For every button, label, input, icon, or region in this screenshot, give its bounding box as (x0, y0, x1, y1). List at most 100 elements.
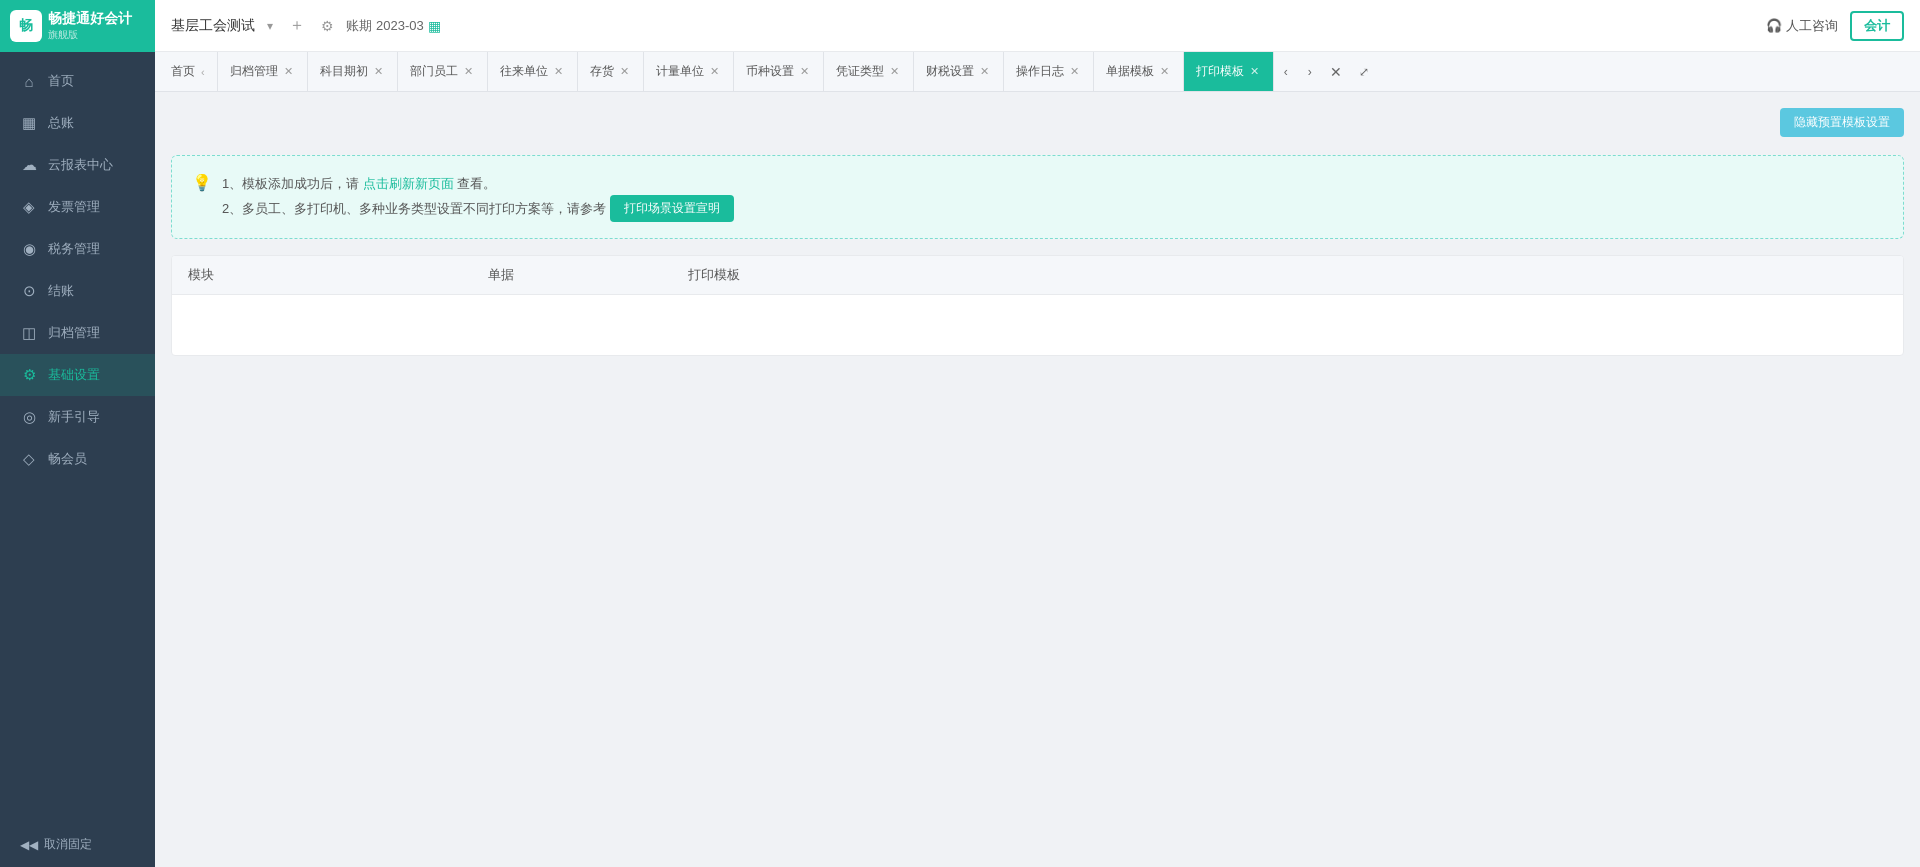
add-tab-button[interactable]: ＋ (285, 13, 309, 38)
tab-unit[interactable]: 计量单位 ✕ (644, 52, 734, 91)
period-label: 账期 (346, 17, 372, 35)
settings-button[interactable]: ⚙ (321, 18, 334, 34)
tab-inventory[interactable]: 存货 ✕ (578, 52, 644, 91)
tab-inventory-label: 存货 (590, 63, 614, 80)
hide-template-button[interactable]: 隐藏预置模板设置 (1780, 108, 1904, 137)
sidebar-nav: ⌂ 首页 ▦ 总账 ☁ 云报表中心 ◈ 发票管理 ◉ 税务管理 ⊙ 结账 ◫ 归… (0, 52, 155, 822)
top-right-area: 隐藏预置模板设置 (171, 108, 1904, 147)
sidebar-item-label: 畅会员 (48, 450, 87, 468)
sidebar-item-label: 税务管理 (48, 240, 100, 258)
invoice-icon: ◈ (20, 198, 38, 216)
tab-printtemplate-label: 打印模板 (1196, 63, 1244, 80)
tab-printtemplate[interactable]: 打印模板 ✕ (1184, 52, 1274, 91)
main-area: 基层工会测试 ▾ ＋ ⚙ 账期 2023-03 ▦ 🎧 人工咨询 会计 首页 ‹… (155, 0, 1920, 867)
sidebar-item-archive[interactable]: ◫ 归档管理 (0, 312, 155, 354)
logo-icon: 畅 (10, 10, 42, 42)
tab-subject[interactable]: 科目期初 ✕ (308, 52, 398, 91)
sidebar-item-label: 云报表中心 (48, 156, 113, 174)
accountant-button[interactable]: 会计 (1850, 11, 1904, 41)
member-icon: ◇ (20, 450, 38, 468)
tab-home-label: 首页 (171, 63, 195, 80)
unpin-icon: ◀◀ (20, 838, 38, 852)
sidebar-item-home[interactable]: ⌂ 首页 (0, 60, 155, 102)
tab-close-subject[interactable]: ✕ (372, 64, 385, 79)
tab-singledoc-label: 单据模板 (1106, 63, 1154, 80)
headset-icon: 🎧 (1766, 18, 1782, 33)
tab-subject-label: 科目期初 (320, 63, 368, 80)
print-scene-button[interactable]: 打印场景设置宣明 (610, 195, 734, 222)
tab-expand-button[interactable]: ⤢ (1350, 52, 1378, 91)
col-header-document: 单据 (472, 256, 672, 294)
tabbar: 首页 ‹ 归档管理 ✕ 科目期初 ✕ 部门员工 ✕ 往来单位 ✕ 存货 ✕ 计量… (155, 52, 1920, 92)
tab-currency[interactable]: 币种设置 ✕ (734, 52, 824, 91)
notice-line2-before: 2、多员工、多打印机、多种业务类型设置不同打印方案等，请参考 (222, 197, 606, 220)
calendar-icon[interactable]: ▦ (428, 18, 441, 34)
tab-oplog-label: 操作日志 (1016, 63, 1064, 80)
sidebar-item-label: 发票管理 (48, 198, 100, 216)
tab-singledoc[interactable]: 单据模板 ✕ (1094, 52, 1184, 91)
notice-line1-before: 1、模板添加成功后，请 (222, 176, 359, 191)
support-label: 人工咨询 (1786, 17, 1838, 35)
tab-home[interactable]: 首页 ‹ (159, 52, 218, 91)
notice-box: 💡 1、模板添加成功后，请 点击刷新新页面 查看。 2、多员工、多打印机、多种业… (171, 155, 1904, 239)
tab-close-oplog[interactable]: ✕ (1068, 64, 1081, 79)
tab-home-sep: ‹ (201, 66, 205, 78)
notice-line1: 1、模板添加成功后，请 点击刷新新页面 查看。 (222, 172, 734, 195)
tab-vendor[interactable]: 往来单位 ✕ (488, 52, 578, 91)
sidebar-item-invoice[interactable]: ◈ 发票管理 (0, 186, 155, 228)
sidebar-item-label: 基础设置 (48, 366, 100, 384)
table-body (172, 295, 1903, 355)
tab-close-printtemplate[interactable]: ✕ (1248, 64, 1261, 79)
sidebar-item-label: 新手引导 (48, 408, 100, 426)
data-table: 模块 单据 打印模板 (171, 255, 1904, 356)
tab-close-dept[interactable]: ✕ (462, 64, 475, 79)
support-button[interactable]: 🎧 人工咨询 (1766, 17, 1838, 35)
tab-tax-settings[interactable]: 财税设置 ✕ (914, 52, 1004, 91)
sidebar-item-ledger[interactable]: ▦ 总账 (0, 102, 155, 144)
tab-close-archive[interactable]: ✕ (282, 64, 295, 79)
notice-refresh-link[interactable]: 点击刷新新页面 (363, 176, 454, 191)
tab-window-close-button[interactable]: ✕ (1322, 52, 1350, 91)
tab-currency-label: 币种设置 (746, 63, 794, 80)
tab-oplog[interactable]: 操作日志 ✕ (1004, 52, 1094, 91)
tab-close-singledoc[interactable]: ✕ (1158, 64, 1171, 79)
company-dropdown-icon[interactable]: ▾ (267, 19, 273, 33)
tab-close-inventory[interactable]: ✕ (618, 64, 631, 79)
tab-close-unit[interactable]: ✕ (708, 64, 721, 79)
tab-dept[interactable]: 部门员工 ✕ (398, 52, 488, 91)
notice-header: 💡 1、模板添加成功后，请 点击刷新新页面 查看。 2、多员工、多打印机、多种业… (192, 172, 1883, 222)
sidebar-item-label: 首页 (48, 72, 74, 90)
settings-icon: ⚙ (20, 366, 38, 384)
sidebar-item-tax[interactable]: ◉ 税务管理 (0, 228, 155, 270)
col-header-template: 打印模板 (672, 256, 1903, 294)
tab-voucher-label: 凭证类型 (836, 63, 884, 80)
sidebar: 畅 畅捷通好会计 旗舰版 ⌂ 首页 ▦ 总账 ☁ 云报表中心 ◈ 发票管理 ◉ … (0, 0, 155, 867)
sidebar-item-member[interactable]: ◇ 畅会员 (0, 438, 155, 480)
tab-next-button[interactable]: › (1298, 52, 1322, 91)
tab-close-voucher[interactable]: ✕ (888, 64, 901, 79)
notice-content: 1、模板添加成功后，请 点击刷新新页面 查看。 2、多员工、多打印机、多种业务类… (222, 172, 734, 222)
tab-tax-settings-label: 财税设置 (926, 63, 974, 80)
col-header-module: 模块 (172, 256, 472, 294)
sidebar-item-label: 总账 (48, 114, 74, 132)
notice-line1-after: 查看。 (457, 176, 496, 191)
table-header: 模块 单据 打印模板 (172, 256, 1903, 295)
sidebar-item-reports[interactable]: ☁ 云报表中心 (0, 144, 155, 186)
sidebar-item-basic[interactable]: ⚙ 基础设置 (0, 354, 155, 396)
cloud-icon: ☁ (20, 156, 38, 174)
tab-close-tax-settings[interactable]: ✕ (978, 64, 991, 79)
sidebar-item-guide[interactable]: ◎ 新手引导 (0, 396, 155, 438)
unpin-button[interactable]: ◀◀ 取消固定 (0, 822, 155, 867)
tab-prev-button[interactable]: ‹ (1274, 52, 1298, 91)
tab-close-vendor[interactable]: ✕ (552, 64, 565, 79)
tab-close-currency[interactable]: ✕ (798, 64, 811, 79)
settlement-icon: ⊙ (20, 282, 38, 300)
content-area: 隐藏预置模板设置 💡 1、模板添加成功后，请 点击刷新新页面 查看。 2、多员工… (155, 92, 1920, 867)
company-name: 基层工会测试 (171, 17, 255, 35)
accounting-period: 账期 2023-03 ▦ (346, 17, 441, 35)
tab-voucher[interactable]: 凭证类型 ✕ (824, 52, 914, 91)
lightbulb-icon: 💡 (192, 173, 212, 192)
sidebar-item-settlement[interactable]: ⊙ 结账 (0, 270, 155, 312)
notice-line2: 2、多员工、多打印机、多种业务类型设置不同打印方案等，请参考 打印场景设置宣明 (222, 195, 734, 222)
tab-archive[interactable]: 归档管理 ✕ (218, 52, 308, 91)
